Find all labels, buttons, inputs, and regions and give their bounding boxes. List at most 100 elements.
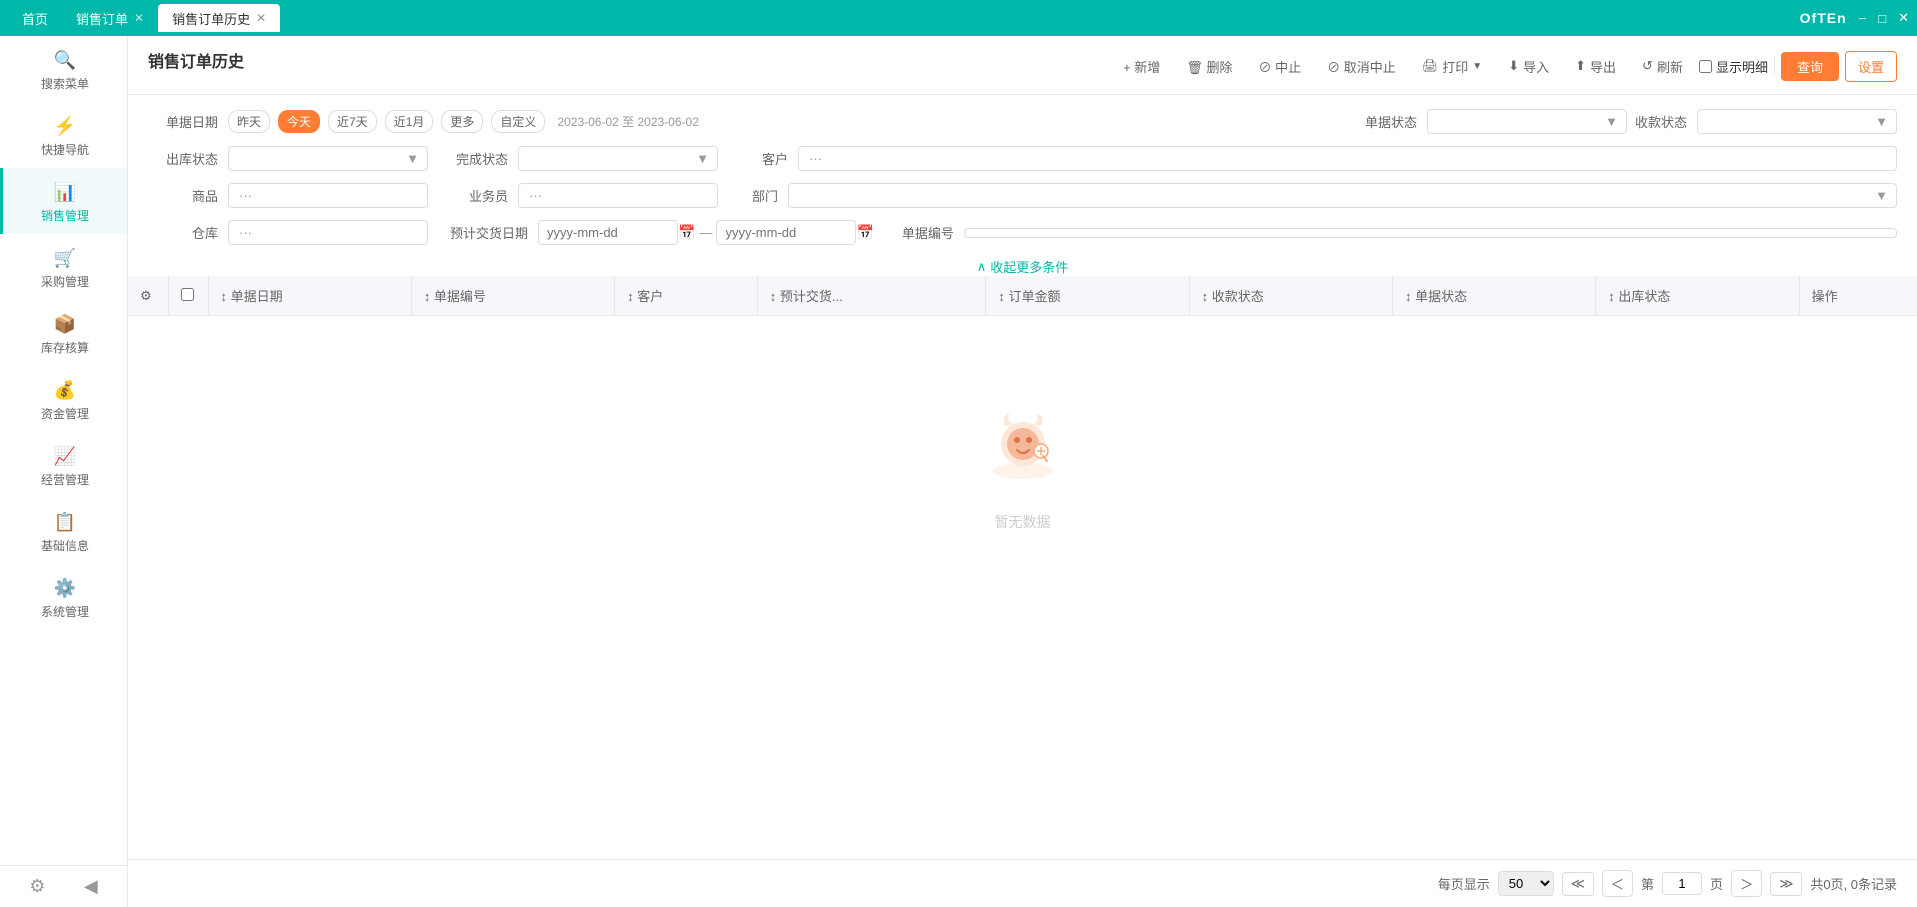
export-button[interactable]: ⬆ 导出 [1565,53,1626,80]
last7days-btn[interactable]: 近7天 [328,110,377,133]
chevron-down-icon: ▼ [1472,61,1482,72]
th-settings[interactable]: ⚙ [128,276,168,316]
dept-select[interactable]: ▼ [788,183,1897,208]
maximize-btn[interactable]: □ [1878,11,1886,26]
system-icon: ⚙️ [54,578,76,599]
sidebar-item-basic-info[interactable]: 📋 基础信息 [0,498,127,564]
complete-status-select[interactable]: ▼ [518,146,718,171]
today-btn[interactable]: 今天 [278,110,320,133]
th-out-stock-label: ↕ 出库状态 [1608,289,1670,304]
delete-button[interactable]: 🗑 删除 [1176,53,1242,80]
yesterday-btn[interactable]: 昨天 [228,110,270,133]
sidebar-item-system[interactable]: ⚙️ 系统管理 [0,564,127,630]
th-out-stock[interactable]: ↕ 出库状态 [1596,276,1799,316]
page-title: 销售订单历史 [148,48,244,72]
settings-button[interactable]: 设置 [1845,51,1897,82]
sidebar-item-label: 经营管理 [41,471,89,488]
close-sales-order-tab[interactable]: ✕ [134,11,144,25]
customer-label: 客户 [738,149,798,168]
th-date[interactable]: ↕ 单据日期 [208,276,411,316]
sidebar-item-label: 资金管理 [41,405,89,422]
sidebar-collapse-icon[interactable]: ◀ [84,876,98,897]
tab-sales-order[interactable]: 销售订单 ✕ [62,4,158,32]
th-expected-date[interactable]: ↕ 预计交货... [757,276,986,316]
order-no-input[interactable] [964,228,1897,238]
collection-status-select[interactable]: ▼ [1697,109,1897,134]
sidebar-item-finance[interactable]: 💰 资金管理 [0,366,127,432]
select-all-checkbox[interactable] [181,288,194,301]
operations-icon: 📈 [54,446,76,467]
sidebar-item-label: 采购管理 [41,273,89,290]
custom-btn[interactable]: 自定义 [491,110,545,133]
display-detail-checkbox[interactable] [1699,60,1712,73]
print-button[interactable]: 🖨 🖨 打印 打印 ▼ [1412,53,1492,80]
warehouse-label: 仓库 [148,223,228,242]
order-status-select[interactable]: ▼ [1427,109,1627,134]
th-checkbox[interactable] [168,276,208,316]
purchase-mgmt-icon: 🛒 [54,248,76,269]
th-amount[interactable]: ↕ 订单金额 [986,276,1189,316]
per-page-label: 每页显示 [1438,874,1490,893]
minimize-btn[interactable]: − [1859,11,1867,26]
collapse-link[interactable]: ∧ 收起更多条件 [148,257,1897,276]
content-area: 销售订单历史 + 新增 🗑 删除 ⊘ 中止 ⊘ 取消中止 🖨 🖨 打印 打印 ▼… [128,36,1917,907]
tab-sales-order-history[interactable]: 销售订单历史 ✕ [158,4,280,32]
finance-icon: 💰 [54,380,76,401]
query-button[interactable]: 查询 [1781,52,1839,81]
import-button[interactable]: ⬇ 导入 [1498,53,1559,80]
salesperson-label: 业务员 [448,186,518,205]
th-actions-label: 操作 [1812,289,1838,304]
close-sales-order-history-tab[interactable]: ✕ [256,11,266,25]
stop-button[interactable]: ⊘ 中止 [1249,53,1312,80]
th-order-status[interactable]: ↕ 单据状态 [1392,276,1595,316]
sidebar-item-quick-nav[interactable]: ⚡ 快捷导航 [0,102,127,168]
calendar-to-icon[interactable]: 📅 [856,224,873,241]
first-page-btn[interactable]: ≪ [1562,872,1594,896]
new-button[interactable]: + 新增 [1113,53,1170,80]
chevron-down-icon: ▼ [406,151,419,166]
th-collection-status[interactable]: ↕ 收款状态 [1189,276,1392,316]
sidebar-item-search-menu[interactable]: 🔍 搜索菜单 [0,36,127,102]
th-customer[interactable]: ↕ 客户 [615,276,758,316]
sidebar-settings-icon[interactable]: ⚙ [29,876,45,897]
th-order-no[interactable]: ↕ 单据编号 [411,276,614,316]
page-label: 第 [1641,874,1654,893]
sidebar-item-label: 销售管理 [41,207,89,224]
calendar-from-icon[interactable]: 📅 [678,224,695,241]
data-table: ⚙ ↕ 单据日期 ↕ 单据编号 ↕ 客户 [128,276,1917,316]
collection-status-label: 收款状态 [1627,112,1697,131]
prev-page-btn[interactable]: ＜ [1602,870,1633,897]
sidebar-item-purchase-mgmt[interactable]: 🛒 采购管理 [0,234,127,300]
last-page-btn[interactable]: ≫ [1770,872,1802,896]
page-input[interactable] [1662,872,1702,895]
refresh-button[interactable]: ↺ 刷新 [1632,53,1693,80]
sidebar-item-label: 快捷导航 [41,141,89,158]
chevron-down-icon: ▼ [696,151,709,166]
out-stock-select[interactable]: ▼ [228,146,428,171]
tab-home[interactable]: 首页 [8,4,62,32]
out-stock-label: 出库状态 [148,149,228,168]
salesperson-input[interactable]: ··· [518,183,718,208]
warehouse-input[interactable]: ··· [228,220,428,245]
per-page-select[interactable]: 50 10 20 100 [1498,871,1554,896]
order-status-label: 单据状态 [1357,112,1427,131]
goods-input[interactable]: ··· [228,183,428,208]
last1month-btn[interactable]: 近1月 [385,110,434,133]
close-app-btn[interactable]: ✕ [1898,10,1909,26]
sidebar-item-sales-mgmt[interactable]: 📊 销售管理 [0,168,127,234]
date-to-input[interactable] [716,220,856,245]
date-from-input[interactable] [538,220,678,245]
table-header-row: ⚙ ↕ 单据日期 ↕ 单据编号 ↕ 客户 [128,276,1917,316]
cancel-stop-button[interactable]: ⊘ 取消中止 [1317,53,1406,80]
date-filter-group: 昨天 今天 近7天 近1月 更多 自定义 2023-06-02 至 2023-0… [228,110,1357,133]
customer-input[interactable]: ··· [798,146,1897,171]
main-layout: 🔍 搜索菜单 ⚡ 快捷导航 📊 销售管理 🛒 采购管理 📦 库存核算 💰 资金管… [0,36,1917,907]
more-btn[interactable]: 更多 [441,110,483,133]
sidebar-item-label: 库存核算 [41,339,89,356]
th-order-status-label: ↕ 单据状态 [1405,289,1467,304]
chevron-down-icon: ▼ [1605,114,1618,129]
next-page-btn[interactable]: ＞ [1731,870,1762,897]
sidebar-item-operations[interactable]: 📈 经营管理 [0,432,127,498]
sidebar-item-inventory[interactable]: 📦 库存核算 [0,300,127,366]
th-expected-date-label: ↕ 预计交货... [770,289,843,304]
